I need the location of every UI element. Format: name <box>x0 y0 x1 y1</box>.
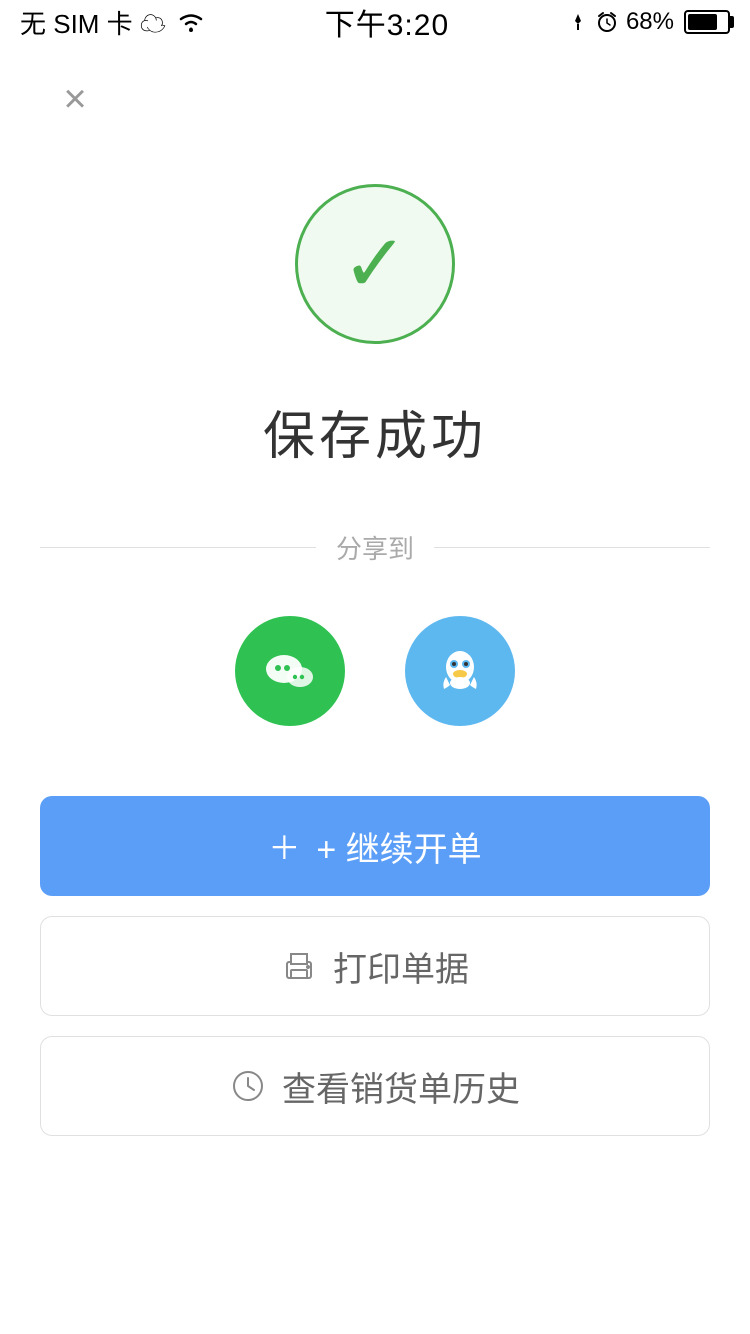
divider-left <box>40 547 316 548</box>
divider-right <box>434 547 710 548</box>
status-time: 下午3:20 <box>325 0 449 44</box>
continue-order-label: + 继续开单 <box>316 822 481 871</box>
qq-icon <box>428 639 493 704</box>
wechat-share-button[interactable] <box>235 616 345 726</box>
continue-order-button[interactable]: ＋ + 继续开单 <box>40 796 710 896</box>
location-icon <box>568 12 588 32</box>
main-content: × ✓ 保存成功 分享到 <box>0 44 750 1334</box>
status-left: 无 SIM 卡 ☁ <box>20 4 206 41</box>
close-button[interactable]: × <box>50 74 100 124</box>
printer-icon <box>281 948 317 984</box>
status-bar: 无 SIM 卡 ☁ 下午3:20 68% <box>0 0 750 44</box>
qq-share-button[interactable] <box>405 616 515 726</box>
success-circle: ✓ <box>295 184 455 344</box>
check-icon: ✓ <box>341 224 408 304</box>
print-button[interactable]: 打印单据 <box>40 916 710 1016</box>
view-history-button[interactable]: 查看销货单历史 <box>40 1036 710 1136</box>
plus-icon: ＋ <box>268 823 300 869</box>
battery-percent: 68% <box>626 8 674 36</box>
wechat-icon <box>258 639 323 704</box>
share-divider: 分享到 <box>40 529 710 566</box>
status-right: 68% <box>568 8 730 36</box>
close-icon: × <box>63 79 86 119</box>
print-label: 打印单据 <box>333 942 469 991</box>
action-buttons: ＋ + 继续开单 打印单据 查看销货单历史 <box>40 796 710 1136</box>
alarm-icon <box>596 11 618 33</box>
share-icons-row <box>235 616 515 726</box>
wifi-icon <box>176 11 206 33</box>
success-title: 保存成功 <box>263 394 487 469</box>
no-sim-text: 无 SIM 卡 ☁ <box>20 4 166 41</box>
history-label: 查看销货单历史 <box>282 1062 520 1111</box>
clock-icon <box>230 1068 266 1104</box>
battery-icon <box>684 10 730 34</box>
share-label: 分享到 <box>336 529 414 566</box>
